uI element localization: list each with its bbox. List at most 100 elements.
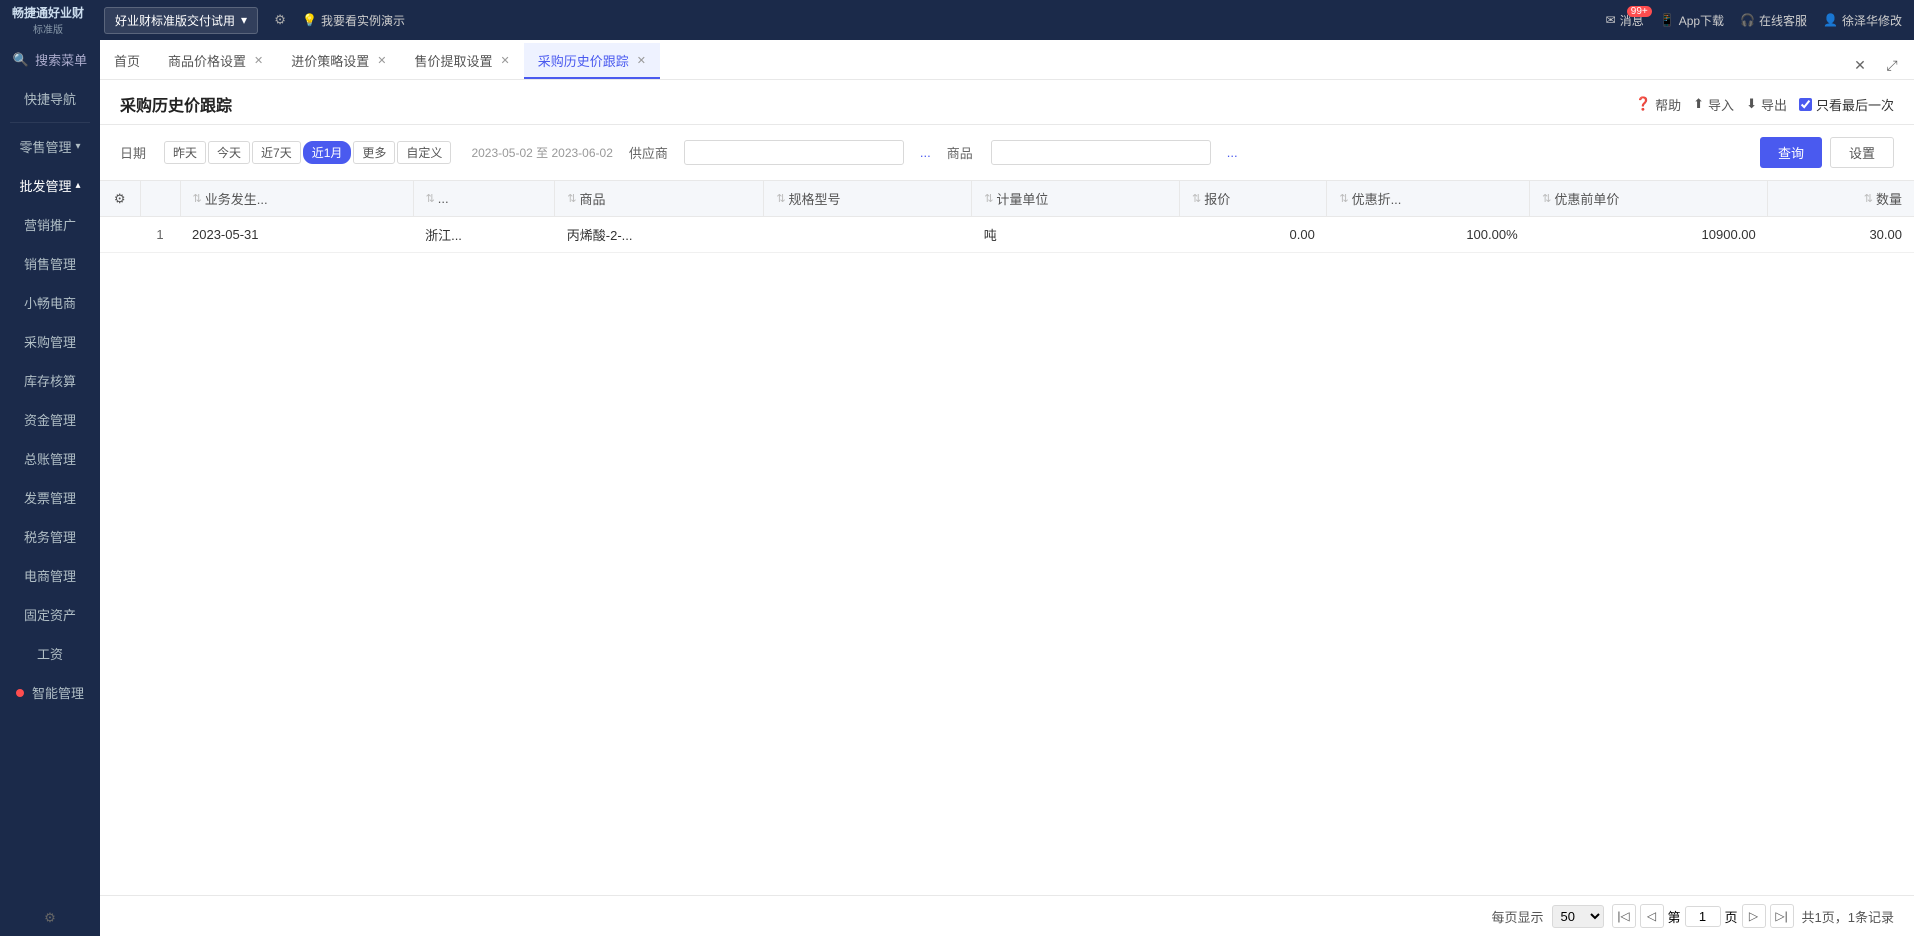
page-header: 采购历史价跟踪 ❓ 帮助 ⬆ 导入 ⬇ 导出 [100,80,1914,125]
date-btn-yesterday[interactable]: 昨天 [164,141,206,164]
query-btn[interactable]: 查询 [1760,137,1822,168]
sort-pre-discount[interactable]: ⇅ [1542,192,1551,205]
sidebar-search[interactable]: 🔍 搜索菜单 [0,40,100,79]
sort-price[interactable]: ⇅ [1192,192,1201,205]
page-input[interactable] [1685,906,1721,927]
top-bar-right: ✉ 消息 99+ 📱 App下载 🎧 在线客服 👤 徐泽华修改 [1606,12,1902,29]
tab-close-btn[interactable]: ✕ [1846,51,1874,79]
edition-selector[interactable]: 好业财标准版交付试用 ▾ [104,7,258,34]
row-price: 0.00 [1180,217,1327,253]
page-last-btn[interactable]: ▷| [1770,904,1794,928]
tab-purchase-strategy-close[interactable]: ✕ [377,54,386,67]
sidebar-item-smart[interactable]: 智能管理 [0,673,100,712]
sidebar-item-ecommerce-small[interactable]: 小畅电商 [0,283,100,322]
per-page-select[interactable]: 20 50 100 [1552,905,1604,928]
finance-label: 资金管理 [24,410,76,429]
app-download-btn[interactable]: 📱 App下载 [1660,12,1724,29]
app-edition: 标准版 [33,21,63,36]
help-btn[interactable]: ❓ 帮助 [1635,95,1681,114]
export-btn[interactable]: ⬇ 导出 [1746,95,1787,114]
only-last-input[interactable] [1799,98,1812,111]
sidebar-item-fixed-assets[interactable]: 固定资产 [0,595,100,634]
settings-icon-btn[interactable]: ⚙ [266,6,294,34]
page-prev-btn[interactable]: ◁ [1640,904,1664,928]
tab-purchase-strategy[interactable]: 进价策略设置 ✕ [277,43,400,79]
date-btn-today[interactable]: 今天 [208,141,250,164]
sidebar-item-inventory[interactable]: 库存核算 [0,361,100,400]
sidebar-item-purchase[interactable]: 采购管理 [0,322,100,361]
wholesale-label: 批发管理 [19,176,71,195]
row-num: 1 [140,217,180,253]
sort-unit[interactable]: ⇅ [984,192,993,205]
tab-price-extract-close[interactable]: ✕ [501,54,510,67]
import-icon: ⬆ [1693,96,1704,112]
page-nav: |◁ ◁ 第 页 ▷ ▷| [1612,904,1794,928]
quick-nav-label: 快捷导航 [24,89,76,108]
online-service-btn[interactable]: 🎧 在线客服 [1740,12,1807,29]
tax-label: 税务管理 [24,527,76,546]
sidebar-item-salary[interactable]: 工资 [0,634,100,673]
row-spec [764,217,972,253]
ecommerce-small-label: 小畅电商 [24,293,76,312]
user-btn[interactable]: 👤 徐泽华修改 [1823,12,1902,29]
sidebar-item-tax[interactable]: 税务管理 [0,517,100,556]
sort-discount[interactable]: ⇅ [1339,192,1348,205]
sidebar-settings[interactable]: ⚙ [0,900,100,936]
date-btn-7days[interactable]: 近7天 [252,141,301,164]
date-group: 昨天 今天 近7天 近1月 更多 自定义 [164,141,451,164]
sidebar-item-marketing[interactable]: 营销推广 [0,205,100,244]
messages-btn[interactable]: ✉ 消息 99+ [1606,12,1644,29]
purchase-label: 采购管理 [24,332,76,351]
sidebar-item-ecommerce[interactable]: 电商管理 [0,556,100,595]
gear-icon[interactable]: ⚙ [114,191,126,206]
online-service-label: 在线客服 [1759,12,1807,29]
supplier-more-btn[interactable]: ... [920,145,931,160]
th-unit-label: 计量单位 [996,189,1048,208]
th-spec: ⇅ 规格型号 [764,181,972,217]
sort-asc-dots[interactable]: ⇅ [426,192,435,205]
sidebar-item-retail[interactable]: 零售管理 ▾ [0,127,100,166]
tab-purchase-strategy-label: 进价策略设置 [291,51,369,70]
tab-price-extract[interactable]: 售价提取设置 ✕ [400,43,523,79]
supplier-input[interactable] [684,140,904,165]
th-gear: ⚙ [100,181,140,217]
page-first-btn[interactable]: |◁ [1612,904,1636,928]
date-btn-custom[interactable]: 自定义 [397,141,451,164]
sidebar-item-sales[interactable]: 销售管理 [0,244,100,283]
message-icon: ✉ [1606,13,1616,27]
marketing-label: 营销推广 [24,215,76,234]
goods-more-btn[interactable]: ... [1227,145,1238,160]
only-last-checkbox[interactable]: 只看最后一次 [1799,95,1894,114]
row-pre-discount-price: 10900.00 [1530,217,1768,253]
supplier-label: 供应商 [629,143,668,162]
sort-goods[interactable]: ⇅ [567,192,576,205]
tab-home[interactable]: 首页 [100,43,154,79]
salary-label: 工资 [37,644,63,663]
row-gear [100,217,140,253]
page-next-btn[interactable]: ▷ [1742,904,1766,928]
demo-btn[interactable]: 💡 我要看实例演示 [302,12,405,29]
tab-goods-price-close[interactable]: ✕ [254,54,263,67]
tab-purchase-history-close[interactable]: ✕ [637,54,646,67]
help-icon: ❓ [1635,96,1651,112]
date-btn-1month[interactable]: 近1月 [303,141,352,164]
import-btn[interactable]: ⬆ 导入 [1693,95,1734,114]
sidebar-item-ledger[interactable]: 总账管理 [0,439,100,478]
goods-input[interactable] [991,140,1211,165]
tab-home-label: 首页 [114,51,140,70]
sidebar-item-invoice[interactable]: 发票管理 [0,478,100,517]
sort-quantity[interactable]: ⇅ [1864,192,1873,205]
edition-label: 好业财标准版交付试用 [115,12,235,29]
filter-settings-btn[interactable]: 设置 [1830,137,1894,168]
tab-purchase-history[interactable]: 采购历史价跟踪 ✕ [524,43,660,79]
sidebar-item-wholesale[interactable]: 批发管理 ▴ [0,166,100,205]
tab-goods-price[interactable]: 商品价格设置 ✕ [154,43,277,79]
tab-maximize-btn[interactable]: ⤢ [1878,51,1906,79]
th-dots: ⇅ ... [413,181,555,217]
sidebar-item-quick-nav[interactable]: 快捷导航 [0,79,100,118]
sidebar-item-finance[interactable]: 资金管理 [0,400,100,439]
date-btn-more[interactable]: 更多 [353,141,395,164]
sort-asc-date[interactable]: ⇅ [193,192,202,205]
sort-spec[interactable]: ⇅ [776,192,785,205]
data-table: ⚙ ⇅ 业务发生... ⇅ [100,181,1914,253]
